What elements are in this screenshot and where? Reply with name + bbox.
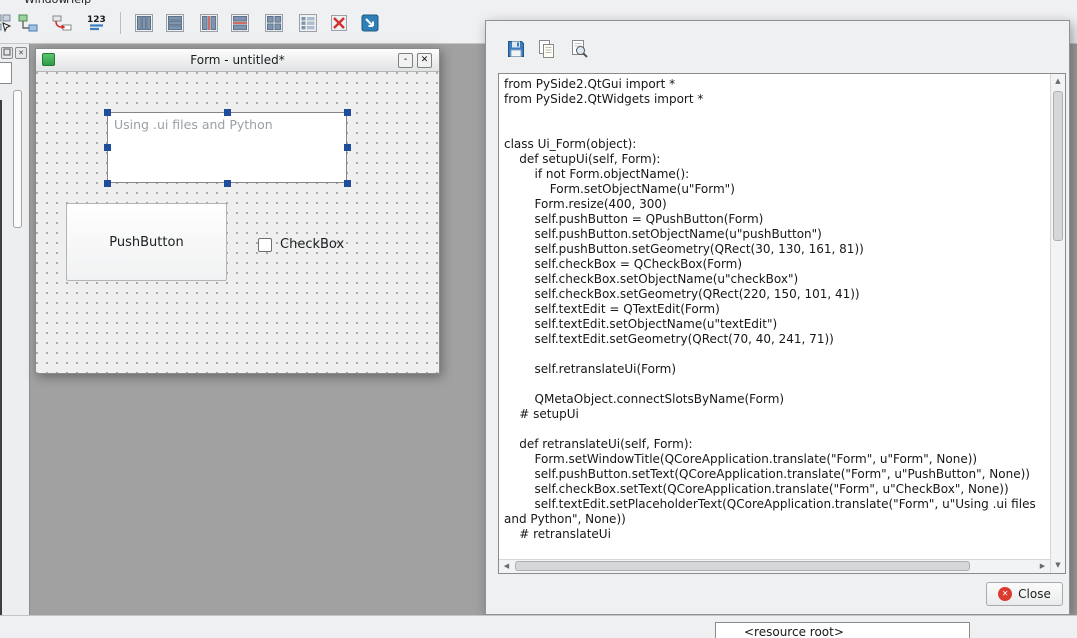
selection-handle-bottom-mid[interactable]	[224, 180, 231, 187]
lay-out-in-grid-button[interactable]	[262, 11, 286, 35]
adjust-size-button[interactable]	[358, 11, 382, 35]
lay-out-vertically-icon	[164, 12, 186, 34]
widget-filter-input-fragment[interactable]	[0, 62, 12, 84]
selection-handle-top-left[interactable]	[104, 109, 111, 116]
edit-signals-slots-icon	[17, 12, 39, 34]
copy-icon	[536, 38, 558, 60]
lay-out-vertically-in-splitter-button[interactable]	[228, 11, 252, 35]
dock-float-button[interactable]	[1, 47, 13, 59]
edit-tab-order-icon: 123	[85, 12, 107, 34]
menu-help[interactable]: Help	[66, 0, 91, 6]
selection-handle-top-right[interactable]	[344, 109, 351, 116]
lay-out-horizontally-in-splitter-button[interactable]	[197, 11, 221, 35]
textedit-widget[interactable]: Using .ui files and Python	[107, 112, 347, 183]
adjust-size-icon	[359, 12, 381, 34]
checkbox-widget[interactable]: CheckBox	[256, 224, 357, 265]
find-button[interactable]	[567, 37, 591, 61]
dock-close-icon: ✕	[18, 49, 24, 57]
vertical-scrollbar[interactable]: ▲ ▼	[1050, 74, 1065, 573]
form-window-title: Form - untitled*	[36, 53, 439, 67]
close-circle-icon: ✕	[998, 587, 1012, 601]
lay-out-grid-icon	[263, 12, 285, 34]
selection-handle-bottom-right[interactable]	[344, 180, 351, 187]
bottom-panel: <resource root>	[0, 615, 1077, 638]
lay-out-in-form-layout-button[interactable]	[296, 11, 320, 35]
desktop-background: Window Help 123	[0, 0, 1077, 638]
horizontal-scrollbar[interactable]: ◀ ▶	[499, 559, 1050, 573]
window-edge-line	[0, 100, 2, 615]
textedit-placeholder: Using .ui files and Python	[108, 113, 346, 136]
left-dock-panel: ✕	[0, 44, 30, 615]
lay-out-horizontally-button[interactable]	[132, 11, 156, 35]
break-layout-icon	[328, 12, 350, 34]
save-button[interactable]	[504, 37, 528, 61]
menu-window[interactable]: Window	[24, 0, 67, 6]
copy-button[interactable]	[535, 37, 559, 61]
form-close-button[interactable]: ✕	[417, 53, 432, 68]
break-layout-button[interactable]	[327, 11, 351, 35]
resource-browser[interactable]: <resource root>	[715, 622, 970, 638]
lay-out-horizontally-icon	[133, 12, 155, 34]
toolbar-separator	[120, 12, 121, 34]
scroll-down-arrow-icon[interactable]: ▼	[1051, 558, 1065, 573]
checkbox-label: CheckBox	[280, 237, 344, 252]
edit-tab-order-button[interactable]: 123	[84, 11, 108, 35]
form-canvas[interactable]: Using .ui files and Python PushButton Ch…	[36, 72, 439, 373]
pushbutton-widget[interactable]: PushButton	[66, 203, 227, 281]
selection-handle-top-mid[interactable]	[224, 109, 231, 116]
svg-text:123: 123	[87, 15, 106, 25]
edit-widgets-icon	[0, 12, 13, 34]
selection-handle-bottom-left[interactable]	[104, 180, 111, 187]
vertical-scrollbar-thumb[interactable]	[1053, 91, 1063, 241]
horizontal-scrollbar-thumb[interactable]	[515, 561, 970, 571]
code-text[interactable]: from PySide2.QtGui import * from PySide2…	[504, 77, 1048, 557]
lay-out-vertical-splitter-icon	[229, 12, 251, 34]
find-icon	[568, 38, 590, 60]
scroll-up-arrow-icon[interactable]: ▲	[1051, 74, 1065, 89]
selection-handle-mid-left[interactable]	[104, 144, 111, 151]
lay-out-form-icon	[297, 12, 319, 34]
save-icon	[505, 38, 527, 60]
form-window-titlebar[interactable]: Form - untitled* - ✕	[36, 49, 439, 72]
code-view[interactable]: from PySide2.QtGui import * from PySide2…	[498, 73, 1066, 574]
selection-handle-mid-right[interactable]	[344, 144, 351, 151]
scroll-right-arrow-icon[interactable]: ▶	[1035, 560, 1050, 573]
code-preview-dialog: from PySide2.QtGui import * from PySide2…	[485, 20, 1070, 615]
scroll-left-arrow-icon[interactable]: ◀	[499, 560, 514, 573]
resource-root-item[interactable]: <resource root>	[716, 623, 969, 638]
dock-float-icon	[3, 48, 11, 56]
lay-out-horizontal-splitter-icon	[198, 12, 220, 34]
edit-signals-slots-button[interactable]	[16, 11, 40, 35]
edit-widgets-button[interactable]	[0, 11, 14, 35]
edit-buddies-icon	[51, 12, 73, 34]
dialog-close-button[interactable]: ✕ Close	[986, 582, 1063, 606]
checkbox-indicator[interactable]	[258, 238, 272, 252]
dock-scrollbar[interactable]	[13, 90, 22, 228]
form-minimize-button[interactable]: -	[398, 53, 413, 68]
edit-buddies-button[interactable]	[50, 11, 74, 35]
close-button-label: Close	[1018, 587, 1051, 601]
designer-form-window: Form - untitled* - ✕ Using .ui files and…	[35, 48, 440, 374]
lay-out-vertically-button[interactable]	[163, 11, 187, 35]
dock-close-button[interactable]: ✕	[15, 47, 27, 59]
